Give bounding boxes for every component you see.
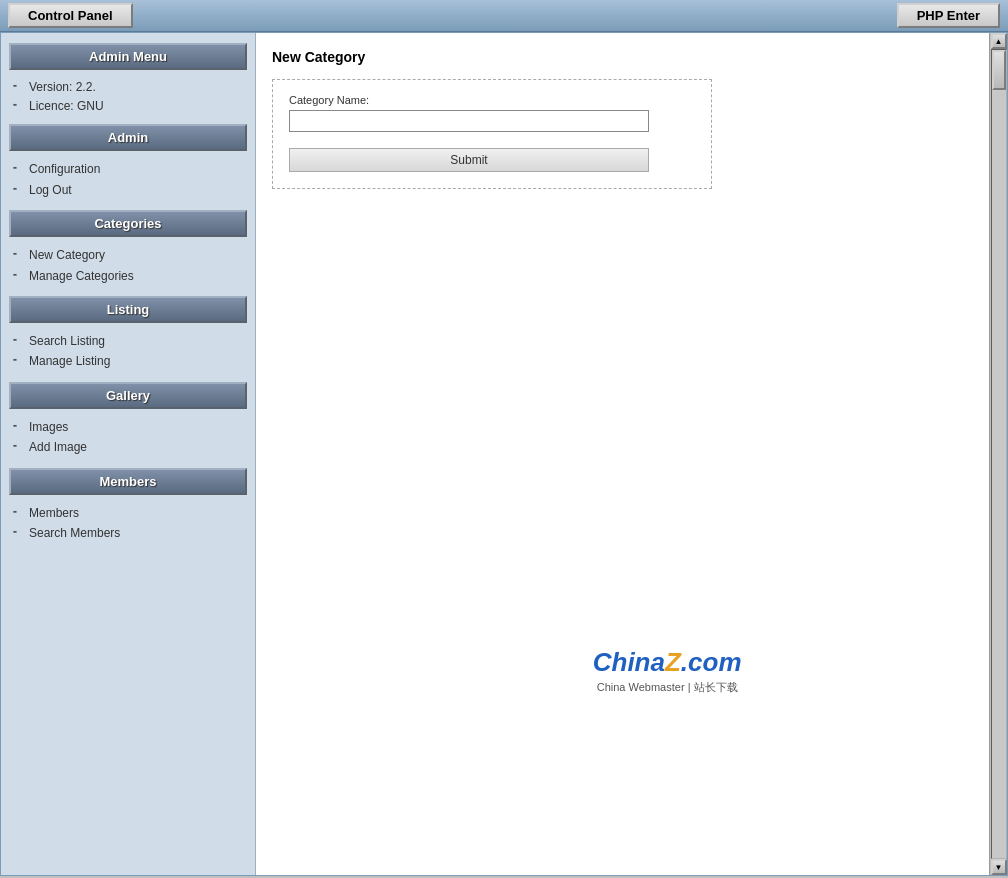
members-link[interactable]: Members <box>13 503 247 523</box>
manage-listing-link[interactable]: Manage Listing <box>13 351 247 371</box>
php-enter-button[interactable]: PHP Enter <box>897 3 1000 28</box>
version-text: Version: 2.2. <box>13 78 247 97</box>
watermark: ChinaZ.com China Webmaster | 站长下载 <box>593 647 742 695</box>
scroll-track[interactable] <box>991 49 1007 859</box>
sidebar: Admin Menu Version: 2.2. Licence: GNU Ad… <box>1 33 256 875</box>
new-category-form: Category Name: Submit <box>272 79 712 189</box>
search-listing-link[interactable]: Search Listing <box>13 331 247 351</box>
scroll-down-button[interactable]: ▼ <box>991 859 1007 875</box>
configuration-link[interactable]: Configuration <box>13 159 247 179</box>
members-section-button[interactable]: Members <box>9 468 247 495</box>
add-image-link[interactable]: Add Image <box>13 437 247 457</box>
submit-button[interactable]: Submit <box>289 148 649 172</box>
admin-menu-button[interactable]: Admin Menu <box>9 43 247 70</box>
logout-link[interactable]: Log Out <box>13 180 247 200</box>
content-area: New Category Category Name: Submit China… <box>256 33 989 875</box>
watermark-sub: China Webmaster | 站长下载 <box>593 680 742 695</box>
categories-section-button[interactable]: Categories <box>9 210 247 237</box>
categories-links: New Category Manage Categories <box>9 243 247 296</box>
category-name-input[interactable] <box>289 110 649 132</box>
gallery-section-button[interactable]: Gallery <box>9 382 247 409</box>
scroll-thumb[interactable] <box>992 50 1006 90</box>
manage-categories-link[interactable]: Manage Categories <box>13 266 247 286</box>
members-links: Members Search Members <box>9 501 247 554</box>
images-link[interactable]: Images <box>13 417 247 437</box>
new-category-link[interactable]: New Category <box>13 245 247 265</box>
licence-text: Licence: GNU <box>13 97 247 116</box>
top-bar: Control Panel PHP Enter <box>0 0 1008 32</box>
scrollbar: ▲ ▼ <box>989 33 1007 875</box>
search-members-link[interactable]: Search Members <box>13 523 247 543</box>
watermark-china: China <box>593 647 665 677</box>
page-title: New Category <box>272 49 973 65</box>
admin-section-button[interactable]: Admin <box>9 124 247 151</box>
control-panel-button[interactable]: Control Panel <box>8 3 133 28</box>
gallery-links: Images Add Image <box>9 415 247 468</box>
listing-section-button[interactable]: Listing <box>9 296 247 323</box>
admin-links: Configuration Log Out <box>9 157 247 210</box>
listing-links: Search Listing Manage Listing <box>9 329 247 382</box>
admin-menu-info: Version: 2.2. Licence: GNU <box>9 76 247 124</box>
scroll-up-button[interactable]: ▲ <box>991 33 1007 49</box>
watermark-z: Z <box>665 647 681 677</box>
watermark-logo: ChinaZ.com <box>593 647 742 678</box>
category-name-label: Category Name: <box>289 94 695 106</box>
watermark-dotcom: .com <box>681 647 742 677</box>
main-layout: Admin Menu Version: 2.2. Licence: GNU Ad… <box>0 32 1008 876</box>
